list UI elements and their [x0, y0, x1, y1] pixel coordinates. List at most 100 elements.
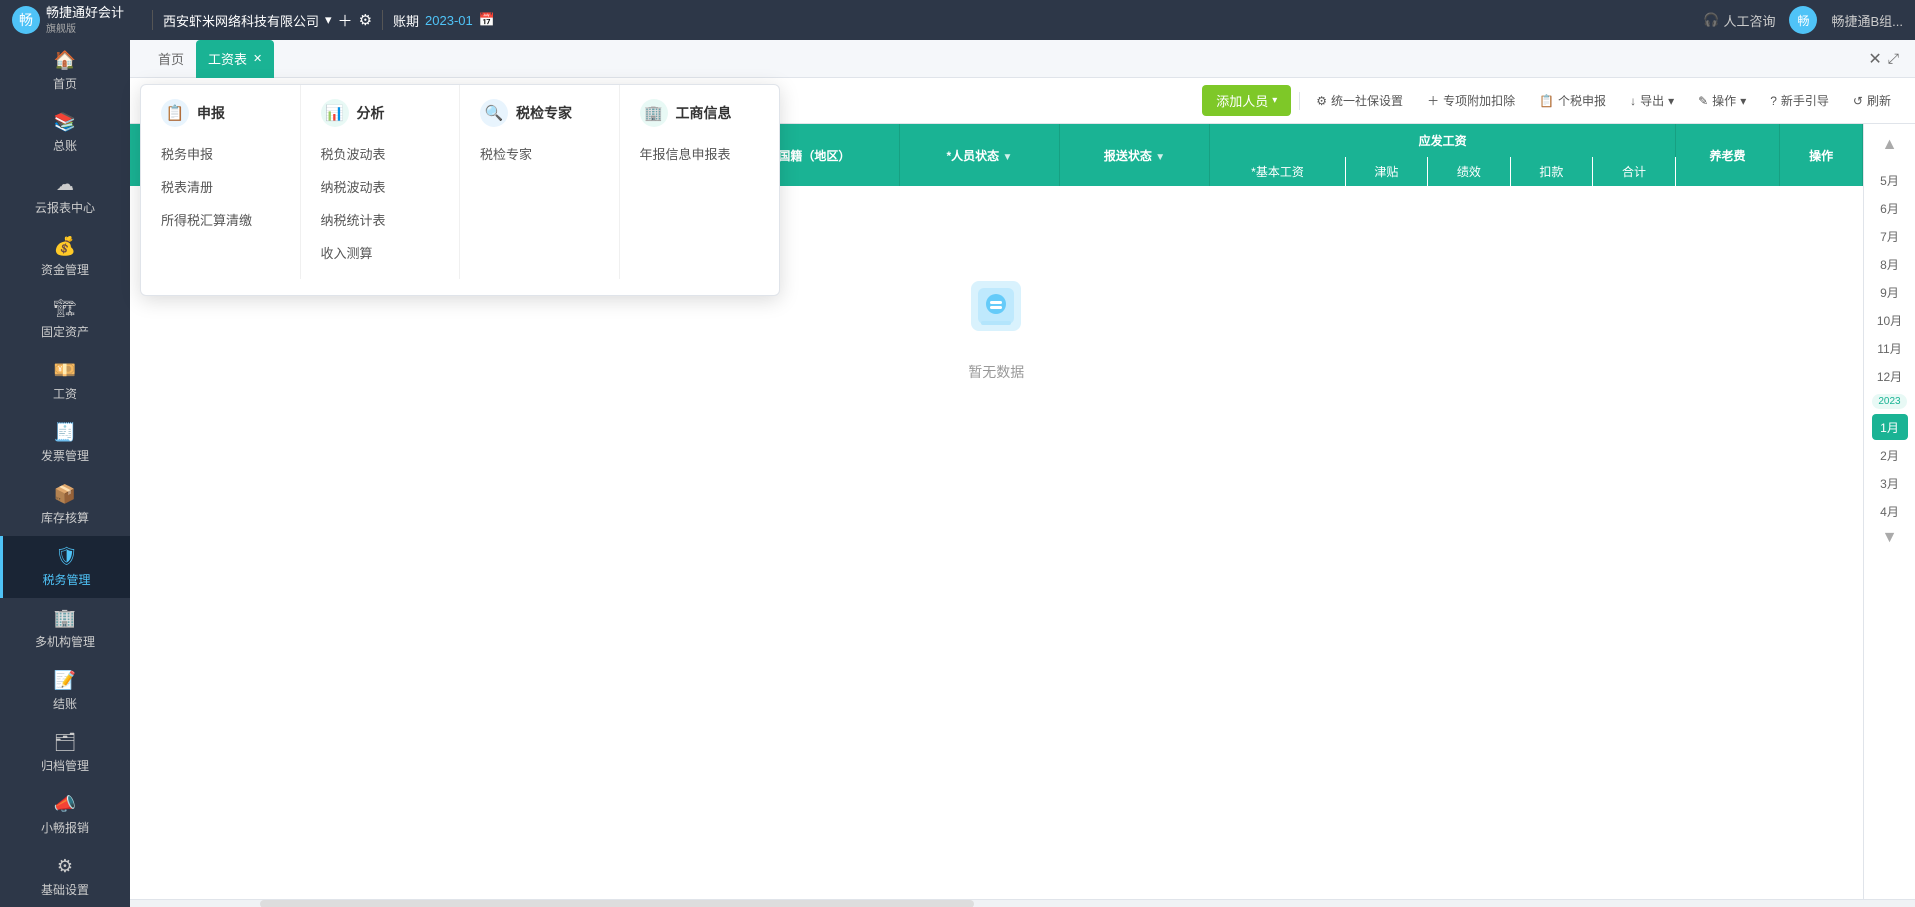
sidebar-item-invoice[interactable]: 🧾 发票管理 [0, 412, 130, 474]
empty-icon [956, 266, 1036, 346]
tab-home[interactable]: 首页 [146, 40, 196, 78]
special-deduction-btn[interactable]: ＋ 专项附加扣除 [1419, 88, 1523, 113]
social-insurance-label: 统一社保设置 [1331, 92, 1403, 109]
guide-btn[interactable]: ? 新手引导 [1762, 88, 1837, 113]
period-display: 账期 2023-01 📅 [393, 11, 495, 30]
sidebar-label-expense: 小畅报销 [41, 819, 89, 836]
sidebar-label-close: 结账 [53, 695, 77, 712]
invoice-icon: 🧾 [54, 422, 76, 443]
support-btn[interactable]: 🎧 人工咨询 [1703, 11, 1775, 30]
multi-icon: 🏢 [54, 608, 76, 629]
sidebar-item-expense[interactable]: 📣 小畅报销 [0, 784, 130, 846]
th-ops: 操作 [1780, 124, 1863, 186]
sidebar-label-funds: 资金管理 [41, 261, 89, 278]
sidebar-item-multi[interactable]: 🏢 多机构管理 [0, 598, 130, 660]
sidebar-item-archive[interactable]: 🗂 归档管理 [0, 722, 130, 784]
toolbar-actions: 添加人员 ▾ ⚙ 统一社保设置 ＋ 专项附加扣除 📋 个税申报 ↓ [1202, 85, 1899, 116]
dropdown-item-income-estimate[interactable]: 收入测算 [321, 236, 440, 269]
tabs-bar: 首页 工资表 ✕ ✕ ⤢ [130, 40, 1915, 78]
tax-report-label: 个税申报 [1558, 92, 1606, 109]
sidebar-item-tax[interactable]: 🛡 税务管理 [0, 536, 130, 598]
sidebar-item-funds[interactable]: 💰 资金管理 [0, 226, 130, 288]
timeline-month-3[interactable]: 3月 [1872, 470, 1908, 496]
export-btn[interactable]: ↓ 导出 ▾ [1622, 88, 1682, 113]
app-title: 畅捷通好会计 [46, 5, 124, 21]
chevron-down-icon[interactable]: ▾ [325, 12, 332, 28]
sidebar-item-cloud[interactable]: ☁ 云报表中心 [0, 164, 130, 226]
sidebar-label-inventory: 库存核算 [41, 509, 89, 526]
sidebar-item-ledger[interactable]: 📚 总账 [0, 102, 130, 164]
sidebar-item-salary[interactable]: 💴 工资 [0, 350, 130, 412]
refresh-btn[interactable]: ↺ 刷新 [1845, 88, 1899, 113]
sidebar-label-multi: 多机构管理 [35, 633, 95, 650]
tax-report-btn[interactable]: 📋 个税申报 [1531, 88, 1614, 113]
special-deduction-icon: ＋ [1427, 92, 1439, 109]
salary-icon: 💴 [54, 360, 76, 381]
funds-icon: 💰 [54, 236, 76, 257]
timeline-down-nav[interactable]: ▼ [1878, 525, 1902, 551]
th-allowance: 津贴 [1345, 157, 1428, 186]
divider1 [1299, 92, 1300, 110]
bottom-scrollbar[interactable] [130, 899, 1915, 907]
archive-icon: 🗂 [54, 732, 77, 753]
timeline-month-10[interactable]: 10月 [1872, 307, 1908, 333]
social-insurance-btn[interactable]: ⚙ 统一社保设置 [1308, 88, 1411, 113]
add-person-arrow: ▾ [1272, 95, 1277, 106]
sidebar-item-home[interactable]: 🏠 首页 [0, 40, 130, 102]
th-wage-group: 应发工资 [1210, 124, 1675, 157]
settings-icon[interactable]: ⚙ [359, 11, 372, 29]
company-selector[interactable]: 西安虾米网络科技有限公司 ▾ ＋ ⚙ [163, 10, 372, 31]
dropdown-item-annual-report[interactable]: 年报信息申报表 [640, 137, 760, 170]
dropdown-item-tax-burden[interactable]: 税负波动表 [321, 137, 440, 170]
add-company-icon[interactable]: ＋ [338, 10, 353, 31]
sidebar-item-inventory[interactable]: 📦 库存核算 [0, 474, 130, 536]
export-label: 导出 [1640, 92, 1664, 109]
sidebar-label-invoice: 发票管理 [41, 447, 89, 464]
timeline-month-8[interactable]: 8月 [1872, 251, 1908, 277]
calendar-icon[interactable]: 📅 [479, 12, 495, 28]
refresh-icon: ↺ [1853, 94, 1863, 108]
operation-arrow: ▾ [1740, 94, 1746, 108]
timeline-up-nav[interactable]: ▲ [1878, 132, 1902, 158]
timeline-month-6[interactable]: 6月 [1872, 195, 1908, 221]
export-icon: ↓ [1630, 94, 1636, 108]
dropdown-item-tax-table[interactable]: 税表清册 [161, 170, 280, 203]
home-icon: 🏠 [54, 50, 76, 71]
operation-btn[interactable]: ✎ 操作 ▾ [1690, 88, 1754, 113]
dropdown-col-analysis: 📊 分析 税负波动表 纳税波动表 纳税统计表 收入测算 [301, 85, 461, 279]
business-col-icon: 🏢 [640, 99, 668, 127]
timeline-month-4[interactable]: 4月 [1872, 498, 1908, 524]
sidebar-label-settings: 基础设置 [41, 881, 89, 898]
tax-icon: 🛡 [55, 546, 78, 567]
timeline-month-5[interactable]: 5月 [1872, 167, 1908, 193]
sidebar-item-settings[interactable]: ⚙ 基础设置 [0, 846, 130, 907]
sidebar-item-assets[interactable]: 🏗 固定资产 [0, 288, 130, 350]
dropdown-item-income-tax[interactable]: 所得税汇算清缴 [161, 203, 280, 236]
empty-text: 暂无数据 [968, 362, 1024, 382]
ledger-icon: 📚 [54, 112, 76, 133]
timeline-month-2[interactable]: 2月 [1872, 442, 1908, 468]
sidebar: 🏠 首页 📚 总账 ☁ 云报表中心 💰 资金管理 🏗 固定资产 💴 工资 🧾 发… [0, 40, 130, 907]
tab-salary[interactable]: 工资表 ✕ [196, 40, 274, 78]
user-name[interactable]: 畅捷通B组... [1831, 11, 1903, 30]
dropdown-col-report-header: 📋 申报 [161, 85, 280, 137]
add-person-button[interactable]: 添加人员 ▾ [1202, 85, 1291, 116]
dropdown-item-expert[interactable]: 税检专家 [480, 137, 599, 170]
timeline-month-9[interactable]: 9月 [1872, 279, 1908, 305]
dropdown-item-tax-stats[interactable]: 纳税统计表 [321, 203, 440, 236]
user-avatar[interactable]: 畅 [1789, 6, 1817, 34]
timeline-month-12[interactable]: 12月 [1872, 363, 1908, 389]
tab-close-icon[interactable]: ✕ [253, 52, 262, 65]
window-close-icon[interactable]: ✕ [1868, 49, 1881, 69]
close-period-icon: 📝 [54, 670, 76, 691]
timeline-month-1[interactable]: 1月 [1872, 414, 1908, 440]
dropdown-item-tax-report[interactable]: 税务申报 [161, 137, 280, 170]
period-value: 2023-01 [425, 13, 473, 28]
dropdown-item-tax-pay-fluctuation[interactable]: 纳税波动表 [321, 170, 440, 203]
timeline-month-11[interactable]: 11月 [1872, 335, 1908, 361]
window-expand-icon[interactable]: ⤢ [1888, 50, 1899, 67]
timeline-month-7[interactable]: 7月 [1872, 223, 1908, 249]
operation-label: 操作 [1712, 92, 1736, 109]
guide-question-icon: ? [1770, 94, 1777, 108]
sidebar-item-close[interactable]: 📝 结账 [0, 660, 130, 722]
